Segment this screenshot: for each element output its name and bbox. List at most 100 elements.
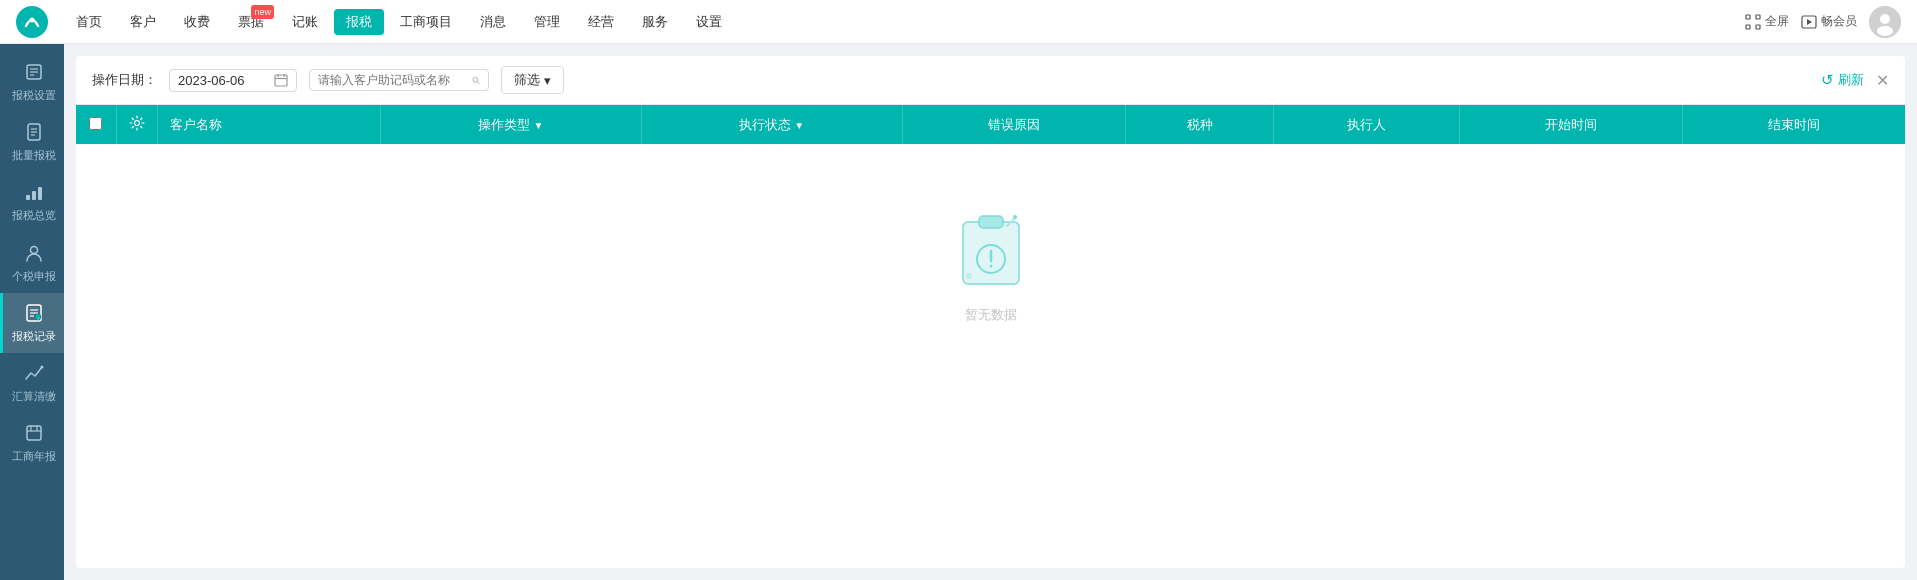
sidebar: 报税设置批量报税报税总览个税申报 ✓ 报税记录汇算清缴工商年报 bbox=[0, 44, 64, 580]
svg-rect-3 bbox=[1756, 15, 1760, 19]
sort-icon-op-type[interactable]: ▼ bbox=[533, 120, 543, 131]
table-header: 客户名称操作类型▼执行状态▼错误原因税种执行人开始时间结束时间 bbox=[76, 105, 1905, 144]
svg-point-29 bbox=[40, 365, 43, 368]
select-all-checkbox[interactable] bbox=[89, 117, 102, 130]
svg-point-22 bbox=[30, 246, 37, 253]
sidebar-label-tax-summary: 报税总览 bbox=[12, 209, 56, 222]
sidebar-label-personal-tax: 个税申报 bbox=[12, 270, 56, 283]
fullscreen-label: 全屏 bbox=[1765, 13, 1789, 30]
settings-icon[interactable] bbox=[129, 115, 145, 131]
nav-item-tax[interactable]: 报税 bbox=[334, 9, 384, 35]
calendar-icon bbox=[274, 73, 288, 87]
th-executor: 执行人 bbox=[1274, 105, 1460, 144]
date-picker[interactable] bbox=[169, 69, 297, 92]
close-button[interactable]: ✕ bbox=[1876, 71, 1889, 90]
sidebar-label-batch-tax: 批量报税 bbox=[12, 149, 56, 162]
svg-point-1 bbox=[30, 17, 35, 22]
member-button[interactable]: 畅会员 bbox=[1801, 13, 1857, 30]
svg-point-10 bbox=[1877, 26, 1893, 36]
empty-text: 暂无数据 bbox=[965, 306, 1017, 324]
sidebar-label-tax-settings: 报税设置 bbox=[12, 89, 56, 102]
main-layout: 报税设置批量报税报税总览个税申报 ✓ 报税记录汇算清缴工商年报 操作日期： bbox=[0, 44, 1917, 580]
refresh-button[interactable]: ↺ 刷新 bbox=[1821, 71, 1864, 89]
filter-button[interactable]: 筛选 ▾ bbox=[501, 66, 564, 94]
svg-point-38 bbox=[473, 77, 478, 82]
nav-item-operation[interactable]: 经营 bbox=[576, 9, 626, 35]
top-navigation: 首页客户收费票据new记账报税工商项目消息管理经营服务设置 全屏 畅会员 bbox=[0, 0, 1917, 44]
tax-summary-icon bbox=[24, 182, 44, 205]
nav-item-customer[interactable]: 客户 bbox=[118, 9, 168, 35]
svg-marker-7 bbox=[1807, 19, 1812, 25]
date-label: 操作日期： bbox=[92, 71, 157, 89]
sort-icon-exec-status[interactable]: ▼ bbox=[794, 120, 804, 131]
sidebar-item-tax-summary[interactable]: 报税总览 bbox=[0, 172, 64, 232]
th-exec-status: 执行状态▼ bbox=[641, 105, 902, 144]
svg-point-9 bbox=[1880, 14, 1890, 24]
svg-rect-21 bbox=[38, 187, 42, 200]
svg-point-48 bbox=[966, 273, 972, 279]
th-error-reason: 错误原因 bbox=[902, 105, 1125, 144]
svg-rect-42 bbox=[979, 216, 1003, 228]
toolbar: 操作日期： 筛选 ▾ bbox=[76, 56, 1905, 105]
svg-line-39 bbox=[477, 81, 479, 83]
th-customer: 客户名称 bbox=[157, 105, 380, 144]
nav-item-billing[interactable]: 收费 bbox=[172, 9, 222, 35]
th-tax-type: 税种 bbox=[1126, 105, 1274, 144]
svg-rect-19 bbox=[26, 195, 30, 200]
nav-item-account[interactable]: 记账 bbox=[280, 9, 330, 35]
tax-settings-icon bbox=[24, 62, 44, 85]
data-table: 客户名称操作类型▼执行状态▼错误原因税种执行人开始时间结束时间 bbox=[76, 105, 1905, 568]
svg-point-40 bbox=[134, 121, 139, 126]
svg-rect-5 bbox=[1756, 25, 1760, 29]
sidebar-item-tax-settings[interactable]: 报税设置 bbox=[0, 52, 64, 112]
empty-state: 暂无数据 bbox=[76, 144, 1905, 384]
nav-right: 全屏 畅会员 bbox=[1745, 6, 1901, 38]
th-start-time: 开始时间 bbox=[1459, 105, 1682, 144]
tax-records-icon: ✓ bbox=[24, 303, 44, 326]
annual-report-icon bbox=[24, 423, 44, 446]
nav-item-settings[interactable]: 设置 bbox=[684, 9, 734, 35]
sidebar-label-tax-records: 报税记录 bbox=[12, 330, 56, 343]
settlement-icon bbox=[24, 363, 44, 386]
th-op-type: 操作类型▼ bbox=[380, 105, 641, 144]
sidebar-item-tax-records[interactable]: ✓ 报税记录 bbox=[0, 293, 64, 353]
sidebar-item-batch-tax[interactable]: 批量报税 bbox=[0, 112, 64, 172]
svg-rect-2 bbox=[1746, 15, 1750, 19]
fullscreen-button[interactable]: 全屏 bbox=[1745, 13, 1789, 30]
nav-item-message[interactable]: 消息 bbox=[468, 9, 518, 35]
chevron-down-icon: ▾ bbox=[544, 73, 551, 88]
sidebar-item-annual-report[interactable]: 工商年报 bbox=[0, 413, 64, 473]
date-input[interactable] bbox=[178, 73, 268, 88]
sidebar-label-settlement: 汇算清缴 bbox=[12, 390, 56, 403]
nav-badge-invoice: new bbox=[251, 5, 274, 19]
nav-item-manage[interactable]: 管理 bbox=[522, 9, 572, 35]
empty-illustration bbox=[951, 204, 1031, 294]
search-box[interactable] bbox=[309, 69, 489, 91]
svg-rect-20 bbox=[32, 191, 36, 200]
svg-rect-4 bbox=[1746, 25, 1750, 29]
nav-item-invoice[interactable]: 票据new bbox=[226, 9, 276, 35]
member-label: 畅会员 bbox=[1821, 13, 1857, 30]
avatar[interactable] bbox=[1869, 6, 1901, 38]
th-end-time: 结束时间 bbox=[1683, 105, 1905, 144]
sidebar-item-settlement[interactable]: 汇算清缴 bbox=[0, 353, 64, 413]
svg-rect-34 bbox=[275, 75, 287, 86]
filter-label: 筛选 bbox=[514, 71, 540, 89]
sidebar-item-personal-tax[interactable]: 个税申报 bbox=[0, 233, 64, 293]
refresh-label: 刷新 bbox=[1838, 71, 1864, 89]
search-input[interactable] bbox=[318, 73, 468, 87]
svg-rect-30 bbox=[27, 426, 41, 440]
th-checkbox bbox=[76, 105, 116, 144]
svg-point-45 bbox=[989, 265, 992, 268]
search-icon bbox=[472, 74, 480, 87]
sidebar-label-annual-report: 工商年报 bbox=[12, 450, 56, 463]
nav-item-home[interactable]: 首页 bbox=[64, 9, 114, 35]
nav-item-biz[interactable]: 工商项目 bbox=[388, 9, 464, 35]
svg-point-47 bbox=[1013, 215, 1017, 219]
content-area: 操作日期： 筛选 ▾ bbox=[64, 44, 1917, 580]
nav-items: 首页客户收费票据new记账报税工商项目消息管理经营服务设置 bbox=[64, 9, 1745, 35]
personal-tax-icon bbox=[24, 243, 44, 266]
app-logo[interactable] bbox=[16, 6, 48, 38]
refresh-icon: ↺ bbox=[1821, 71, 1834, 89]
nav-item-service[interactable]: 服务 bbox=[630, 9, 680, 35]
